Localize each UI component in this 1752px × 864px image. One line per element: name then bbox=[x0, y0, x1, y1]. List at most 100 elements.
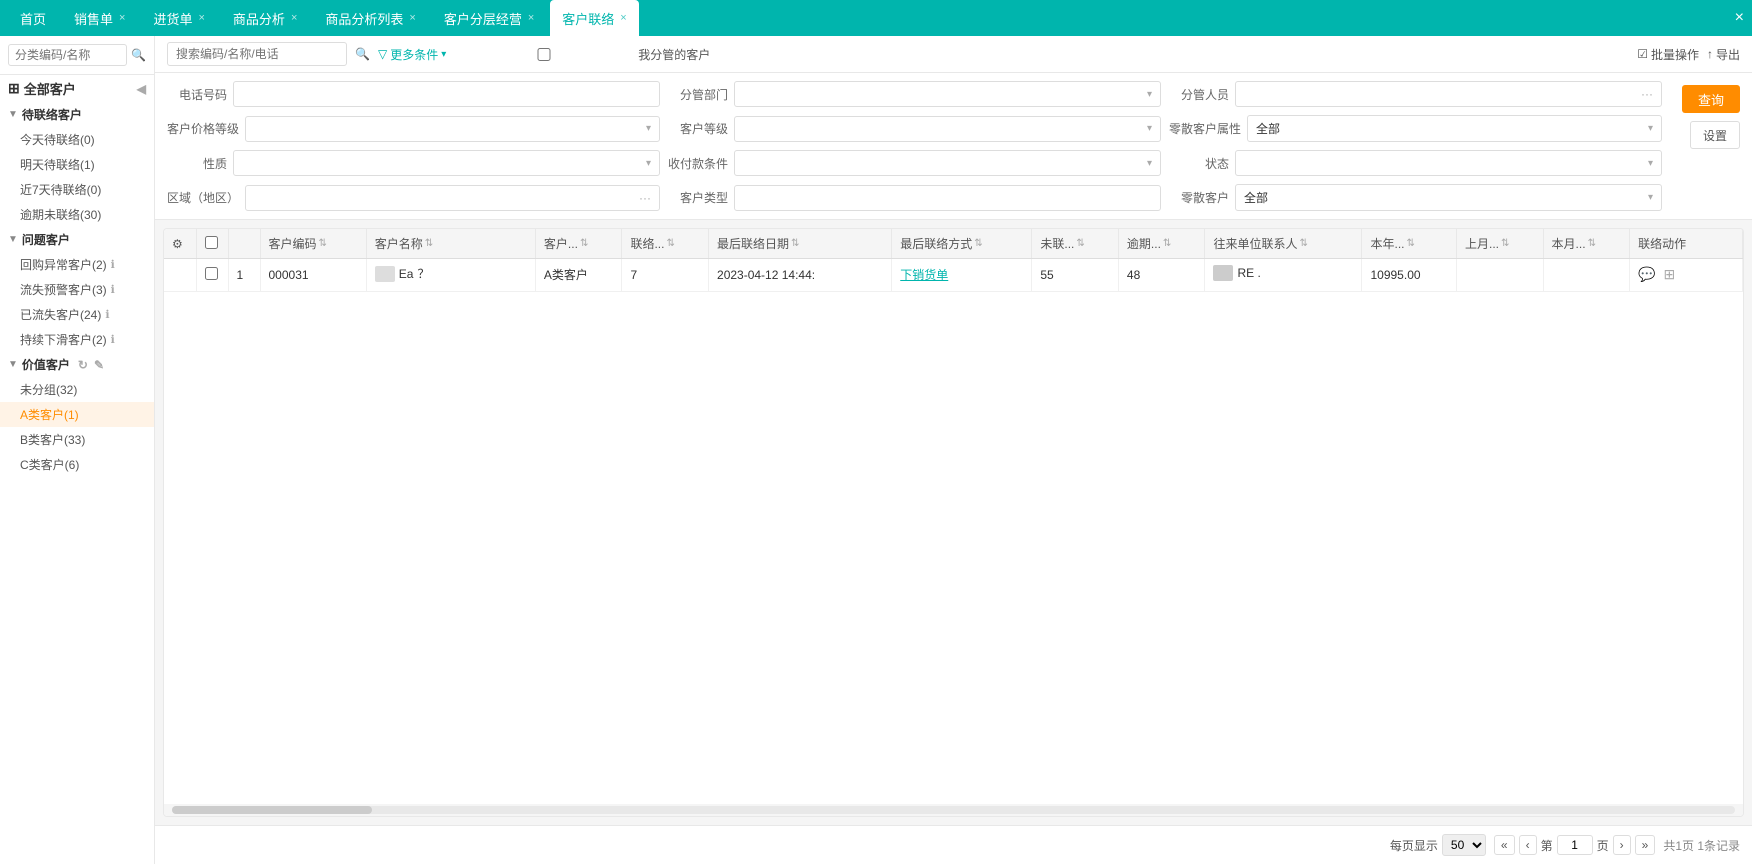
sidebar-search-icon[interactable]: 🔍 bbox=[131, 48, 146, 62]
sidebar-all-customers[interactable]: ⊞ 全部客户 ◀ bbox=[0, 75, 154, 102]
top-nav: 首页 销售单 × 进货单 × 商品分析 × 商品分析列表 × 客户分层经营 × … bbox=[0, 0, 1752, 36]
nav-tab-customer-contact[interactable]: 客户联络 × bbox=[550, 0, 638, 36]
page-size-selector: 每页显示 50 bbox=[1390, 834, 1486, 856]
sidebar-problem-header[interactable]: ▼ 问题客户 bbox=[0, 227, 154, 252]
th-customer-code[interactable]: 客户编码⇅ bbox=[260, 229, 366, 259]
nav-tab-customer-segment[interactable]: 客户分层经营 × bbox=[432, 0, 546, 36]
price-level-select[interactable]: ▾ bbox=[245, 116, 660, 142]
info-icon-repurchase[interactable]: ℹ bbox=[111, 258, 115, 271]
my-customers-checkbox[interactable] bbox=[454, 48, 634, 61]
contact-method-link[interactable]: 下销货单 bbox=[900, 268, 948, 282]
th-overdue[interactable]: 逾期...⇅ bbox=[1118, 229, 1205, 259]
close-tab-segment[interactable]: × bbox=[528, 12, 534, 24]
status-arrow: ▾ bbox=[1648, 158, 1653, 169]
filter-customer-type: 客户类型 bbox=[668, 185, 1161, 211]
info-icon-churn-warning[interactable]: ℹ bbox=[111, 283, 115, 296]
sidebar-item-ungrouped[interactable]: 未分组(32) bbox=[0, 377, 154, 402]
th-last-contact-method[interactable]: 最后联络方式⇅ bbox=[892, 229, 1032, 259]
dept-select[interactable]: ▾ bbox=[734, 81, 1161, 107]
sidebar-item-class-a[interactable]: A类客户(1) bbox=[0, 402, 154, 427]
status-select[interactable]: ▾ bbox=[1235, 150, 1662, 176]
close-all-tabs[interactable]: × bbox=[1735, 9, 1744, 27]
scroll-thumb[interactable] bbox=[172, 806, 372, 814]
retail-select[interactable]: 全部▾ bbox=[1235, 184, 1662, 211]
th-contact[interactable]: 联络...⇅ bbox=[622, 229, 709, 259]
info-icon-churned[interactable]: ℹ bbox=[105, 308, 109, 321]
nav-tab-sales[interactable]: 销售单 × bbox=[62, 0, 137, 36]
sidebar-item-7days[interactable]: 近7天待联络(0) bbox=[0, 177, 154, 202]
last-page-btn[interactable]: » bbox=[1635, 835, 1656, 855]
sidebar-item-class-b[interactable]: B类客户(33) bbox=[0, 427, 154, 452]
sidebar-item-today[interactable]: 今天待联络(0) bbox=[0, 127, 154, 152]
sidebar-value-header[interactable]: ▼ 价值客户 ↻ ✎ bbox=[0, 352, 154, 377]
customer-color-block bbox=[375, 266, 395, 282]
first-page-btn[interactable]: « bbox=[1494, 835, 1515, 855]
row-checkbox[interactable] bbox=[205, 267, 218, 280]
edit-icon[interactable]: ✎ bbox=[94, 358, 104, 372]
nav-tab-purchase[interactable]: 进货单 × bbox=[141, 0, 216, 36]
customer-type-input[interactable] bbox=[734, 185, 1161, 211]
th-current-month[interactable]: 本月...⇅ bbox=[1543, 229, 1630, 259]
phone-input[interactable] bbox=[233, 81, 660, 107]
table-settings-icon[interactable]: ⚙ bbox=[172, 237, 183, 251]
page-nav: « ‹ 第 页 › » bbox=[1494, 835, 1655, 855]
close-tab-purchase[interactable]: × bbox=[198, 12, 204, 24]
select-all-checkbox[interactable] bbox=[205, 236, 218, 249]
sidebar-item-declining[interactable]: 持续下滑客户(2) ℹ bbox=[0, 327, 154, 352]
content-area: 🔍 ▽ 更多条件 ▾ 我分管的客户 ☑ 批量操作 ↑ 导出 bbox=[155, 36, 1752, 864]
refresh-icon[interactable]: ↻ bbox=[78, 358, 88, 372]
nav-home[interactable]: 首页 bbox=[8, 0, 58, 36]
grid-icon[interactable]: ⊞ bbox=[1664, 266, 1676, 283]
sidebar-search-input[interactable] bbox=[8, 44, 127, 66]
filter-row-3: 性质 ▾ 收付款条件 ▾ 状态 bbox=[167, 150, 1662, 176]
collapse-icon[interactable]: ◀ bbox=[137, 82, 146, 96]
customer-level-select[interactable]: ▾ bbox=[734, 116, 1161, 142]
close-tab-contact[interactable]: × bbox=[620, 12, 626, 24]
chat-icon[interactable]: 💬 bbox=[1638, 266, 1655, 283]
search-input[interactable] bbox=[167, 42, 347, 66]
th-not-contacted[interactable]: 未联...⇅ bbox=[1032, 229, 1119, 259]
th-settings[interactable]: ⚙ bbox=[164, 229, 196, 259]
next-page-btn[interactable]: › bbox=[1613, 835, 1631, 855]
sidebar-item-overdue[interactable]: 逾期未联络(30) bbox=[0, 202, 154, 227]
pagination: 每页显示 50 « ‹ 第 页 › » 共1页 1条记录 bbox=[155, 825, 1752, 864]
th-last-month[interactable]: 上月...⇅ bbox=[1457, 229, 1544, 259]
th-current-year[interactable]: 本年...⇅ bbox=[1362, 229, 1457, 259]
query-button[interactable]: 查询 bbox=[1682, 85, 1740, 113]
sidebar-item-repurchase[interactable]: 回购异常客户(2) ℹ bbox=[0, 252, 154, 277]
region-dots: ··· bbox=[639, 191, 651, 205]
scroll-track[interactable] bbox=[172, 806, 1735, 814]
th-last-contact-date[interactable]: 最后联络日期⇅ bbox=[709, 229, 892, 259]
retail-attr-select[interactable]: 全部▾ bbox=[1247, 115, 1662, 142]
close-tab-sales[interactable]: × bbox=[119, 12, 125, 24]
sidebar-pending-contact-header[interactable]: ▼ 待联络客户 bbox=[0, 102, 154, 127]
close-tab-analysis[interactable]: × bbox=[291, 12, 297, 24]
my-customers-checkbox-label[interactable]: 我分管的客户 bbox=[454, 46, 710, 63]
th-customer-type[interactable]: 客户...⇅ bbox=[535, 229, 622, 259]
sidebar-item-churn-warning[interactable]: 流失预警客户(3) ℹ bbox=[0, 277, 154, 302]
person-input[interactable]: ··· bbox=[1235, 81, 1662, 107]
td-index: 1 bbox=[228, 259, 260, 292]
per-page-select[interactable]: 50 bbox=[1442, 834, 1486, 856]
batch-operation-btn[interactable]: ☑ 批量操作 bbox=[1637, 46, 1699, 63]
more-conditions-btn[interactable]: ▽ 更多条件 ▾ bbox=[378, 46, 446, 63]
sidebar-item-tomorrow[interactable]: 明天待联络(1) bbox=[0, 152, 154, 177]
page-number-input[interactable] bbox=[1557, 835, 1593, 855]
info-icon-declining[interactable]: ℹ bbox=[111, 333, 115, 346]
level-arrow: ▾ bbox=[1147, 123, 1152, 134]
th-customer-name[interactable]: 客户名称⇅ bbox=[366, 229, 535, 259]
payment-select[interactable]: ▾ bbox=[734, 150, 1161, 176]
sidebar-item-class-c[interactable]: C类客户(6) bbox=[0, 452, 154, 477]
settings-button[interactable]: 设置 bbox=[1690, 121, 1740, 149]
region-input[interactable]: ··· bbox=[245, 185, 660, 211]
close-tab-analysis-list[interactable]: × bbox=[409, 12, 415, 24]
nav-tab-analysis-list[interactable]: 商品分析列表 × bbox=[313, 0, 427, 36]
th-unit-contact[interactable]: 往来单位联系人⇅ bbox=[1205, 229, 1362, 259]
export-btn[interactable]: ↑ 导出 bbox=[1707, 46, 1740, 63]
filter-search-icon[interactable]: 🔍 bbox=[355, 47, 370, 61]
nav-tab-analysis[interactable]: 商品分析 × bbox=[221, 0, 309, 36]
prev-page-btn[interactable]: ‹ bbox=[1519, 835, 1537, 855]
sort-contact: ⇅ bbox=[666, 238, 674, 249]
nature-select[interactable]: ▾ bbox=[233, 150, 660, 176]
sidebar-item-churned[interactable]: 已流失客户(24) ℹ bbox=[0, 302, 154, 327]
